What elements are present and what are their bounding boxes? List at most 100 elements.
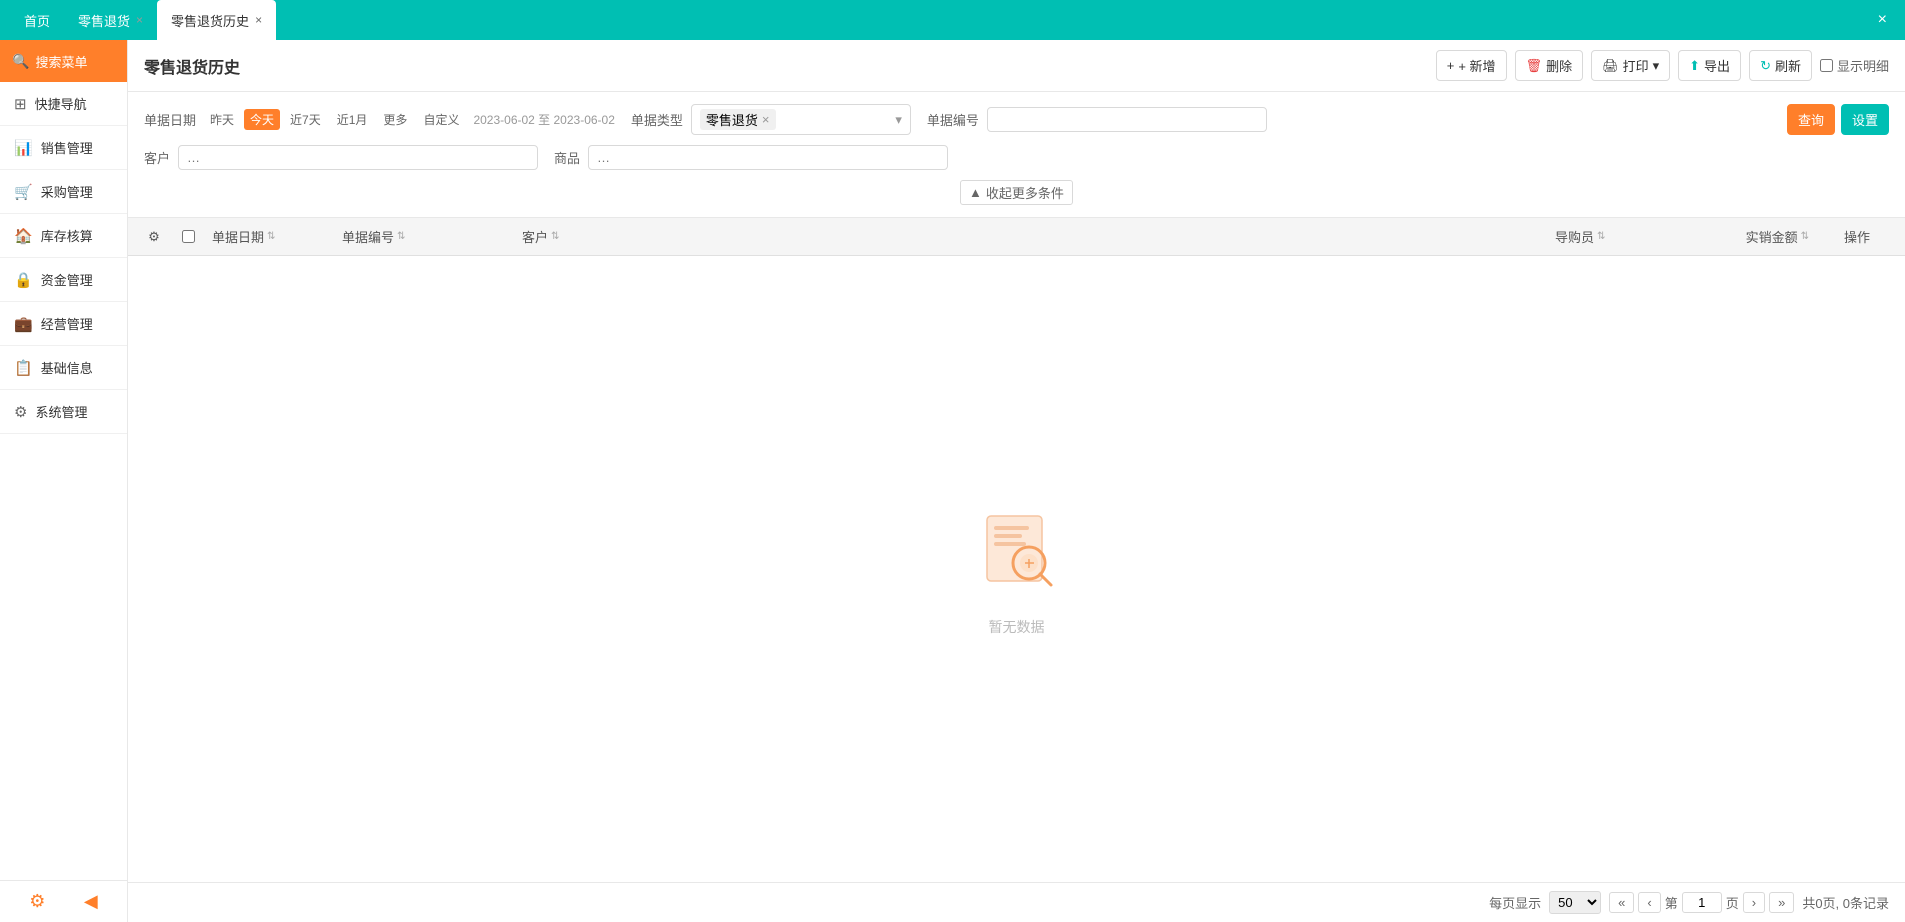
date-filter-label: 单据日期 (144, 110, 196, 129)
pagination-bar: 每页显示 50 10 20 100 « ‹ 第 页 › » 共0页, 0条记录 (128, 882, 1905, 922)
th-check[interactable] (172, 230, 204, 243)
amount-sort-icon: ⇅ (1801, 231, 1809, 242)
display-detail-checkbox[interactable] (1820, 59, 1833, 72)
basic-info-icon: 📋 (14, 359, 33, 377)
date-shortcut-1month[interactable]: 近1月 (331, 109, 374, 130)
type-filter-group: 单据类型 零售退货 × ▾ (631, 104, 911, 135)
sidebar-item-finance[interactable]: 🔒 资金管理 (0, 258, 127, 302)
sales-icon: 📊 (14, 139, 33, 157)
new-icon: + (1447, 58, 1455, 73)
page-unit: 页 (1726, 893, 1739, 912)
export-icon: ⬆ (1689, 58, 1700, 74)
sidebar-item-inventory[interactable]: 🏠 库存核算 (0, 214, 127, 258)
date-shortcuts: 昨天 今天 近7天 近1月 更多 自定义 (204, 109, 465, 130)
customer-filter-input[interactable] (178, 145, 538, 170)
tab-home[interactable]: 首页 (10, 0, 64, 40)
first-page-button[interactable]: « (1609, 892, 1634, 913)
toolbar: + + 新增 🗑 删除 🖨 打印 ▾ ⬆ 导出 ↻ (1436, 50, 1889, 81)
collapse-button[interactable]: ▲ 收起更多条件 (960, 180, 1073, 205)
customer-filter-group: 客户 (144, 145, 538, 170)
number-filter-input[interactable] (987, 107, 1267, 132)
filter-row-1: 单据日期 昨天 今天 近7天 近1月 更多 自定义 2023-06-02 至 2… (144, 104, 1889, 135)
sidebar-item-quick-nav[interactable]: ⊞ 快捷导航 (0, 82, 127, 126)
th-date[interactable]: 单据日期 ⇅ (204, 227, 334, 246)
close-tab-retail-return-history[interactable]: × (255, 13, 262, 27)
table-area: ⚙ 单据日期 ⇅ 单据编号 ⇅ 客户 ⇅ 导购员 (128, 218, 1905, 922)
type-select-chevron: ▾ (895, 112, 902, 128)
sidebar-item-basic-info[interactable]: 📋 基础信息 (0, 346, 127, 390)
date-shortcut-yesterday[interactable]: 昨天 (204, 109, 240, 130)
page-label: 第 (1665, 893, 1678, 912)
customer-filter-label: 客户 (144, 148, 170, 167)
empty-state: 暂无数据 (128, 256, 1905, 882)
table-header: ⚙ 单据日期 ⇅ 单据编号 ⇅ 客户 ⇅ 导购员 (128, 218, 1905, 256)
th-number[interactable]: 单据编号 ⇅ (334, 227, 514, 246)
print-chevron-icon: ▾ (1653, 58, 1660, 74)
date-shortcut-7days[interactable]: 近7天 (284, 109, 327, 130)
sidebar-search[interactable]: 🔍 搜索菜单 (0, 40, 127, 82)
last-page-button[interactable]: » (1769, 892, 1794, 913)
sidebar-item-sales[interactable]: 📊 销售管理 (0, 126, 127, 170)
settings-button[interactable]: 设置 (1841, 104, 1889, 135)
purchase-icon: 🛒 (14, 183, 33, 201)
page-title: 零售退货历史 (144, 54, 1436, 78)
date-shortcut-today[interactable]: 今天 (244, 109, 280, 130)
refresh-button[interactable]: ↻ 刷新 (1749, 50, 1812, 81)
print-button[interactable]: 🖨 打印 ▾ (1591, 50, 1670, 81)
close-tab-retail-return[interactable]: × (136, 13, 143, 27)
empty-state-icon (967, 501, 1067, 601)
page-number-input[interactable] (1682, 892, 1722, 913)
collapse-row: ▲ 收起更多条件 (144, 180, 1889, 205)
system-icon: ⚙ (14, 403, 27, 421)
date-shortcut-custom[interactable]: 自定义 (417, 109, 465, 130)
sidebar-item-purchase[interactable]: 🛒 采购管理 (0, 170, 127, 214)
goods-filter-group: 商品 (554, 145, 948, 170)
th-amount[interactable]: 实销金额 ⇅ (1697, 227, 1817, 246)
tab-retail-return-history[interactable]: 零售退货历史 × (157, 0, 276, 40)
type-filter-label: 单据类型 (631, 110, 683, 129)
th-customer[interactable]: 客户 ⇅ (514, 227, 1547, 246)
number-filter-label: 单据编号 (927, 110, 979, 129)
search-icon: 🔍 (12, 53, 29, 70)
th-guide[interactable]: 导购员 ⇅ (1547, 227, 1697, 246)
sidebar-gear-icon[interactable]: ⚙ (29, 891, 45, 912)
sidebar: 🔍 搜索菜单 ⊞ 快捷导航 📊 销售管理 🛒 采购管理 🏠 库存核算 🔒 资金管… (0, 40, 128, 922)
content-area: 零售退货历史 + + 新增 🗑 删除 🖨 打印 ▾ ⬆ 导出 (128, 40, 1905, 922)
page-header: 零售退货历史 + + 新增 🗑 删除 🖨 打印 ▾ ⬆ 导出 (128, 40, 1905, 92)
quick-nav-icon: ⊞ (14, 95, 27, 113)
delete-icon: 🗑 (1526, 58, 1543, 74)
goods-filter-label: 商品 (554, 148, 580, 167)
per-page-label: 每页显示 (1489, 893, 1541, 912)
window-close-button[interactable]: × (1870, 11, 1895, 29)
delete-button[interactable]: 🗑 删除 (1515, 50, 1584, 81)
date-shortcut-more[interactable]: 更多 (377, 109, 413, 130)
sidebar-footer: ⚙ ◀ (0, 880, 127, 922)
sidebar-item-operations[interactable]: 💼 经营管理 (0, 302, 127, 346)
next-page-button[interactable]: › (1743, 892, 1765, 913)
date-sort-icon: ⇅ (267, 231, 275, 242)
select-all-checkbox[interactable] (182, 230, 195, 243)
new-button[interactable]: + + 新增 (1436, 50, 1507, 81)
sidebar-collapse-icon[interactable]: ◀ (84, 891, 98, 912)
type-filter-select[interactable]: 零售退货 × ▾ (691, 104, 911, 135)
query-button[interactable]: 查询 (1787, 104, 1835, 135)
filter-area: 单据日期 昨天 今天 近7天 近1月 更多 自定义 2023-06-02 至 2… (128, 92, 1905, 218)
prev-page-button[interactable]: ‹ (1638, 892, 1660, 913)
tab-retail-return[interactable]: 零售退货 × (64, 0, 157, 40)
per-page-select[interactable]: 50 10 20 100 (1549, 891, 1601, 914)
th-settings[interactable]: ⚙ (136, 229, 172, 245)
top-bar: 首页 零售退货 × 零售退货历史 × × (0, 0, 1905, 40)
finance-icon: 🔒 (14, 271, 33, 289)
collapse-up-icon: ▲ (969, 185, 982, 200)
action-buttons: 查询 设置 (1787, 104, 1889, 135)
export-button[interactable]: ⬆ 导出 (1678, 50, 1741, 81)
goods-filter-input[interactable] (588, 145, 948, 170)
filter-row-2: 客户 商品 (144, 145, 1889, 170)
print-icon: 🖨 (1602, 58, 1619, 74)
type-tag: 零售退货 × (700, 109, 776, 130)
sidebar-item-system[interactable]: ⚙ 系统管理 (0, 390, 127, 434)
inventory-icon: 🏠 (14, 227, 33, 245)
settings-column-icon: ⚙ (148, 229, 160, 245)
type-tag-remove[interactable]: × (762, 112, 770, 127)
guide-sort-icon: ⇅ (1597, 231, 1605, 242)
